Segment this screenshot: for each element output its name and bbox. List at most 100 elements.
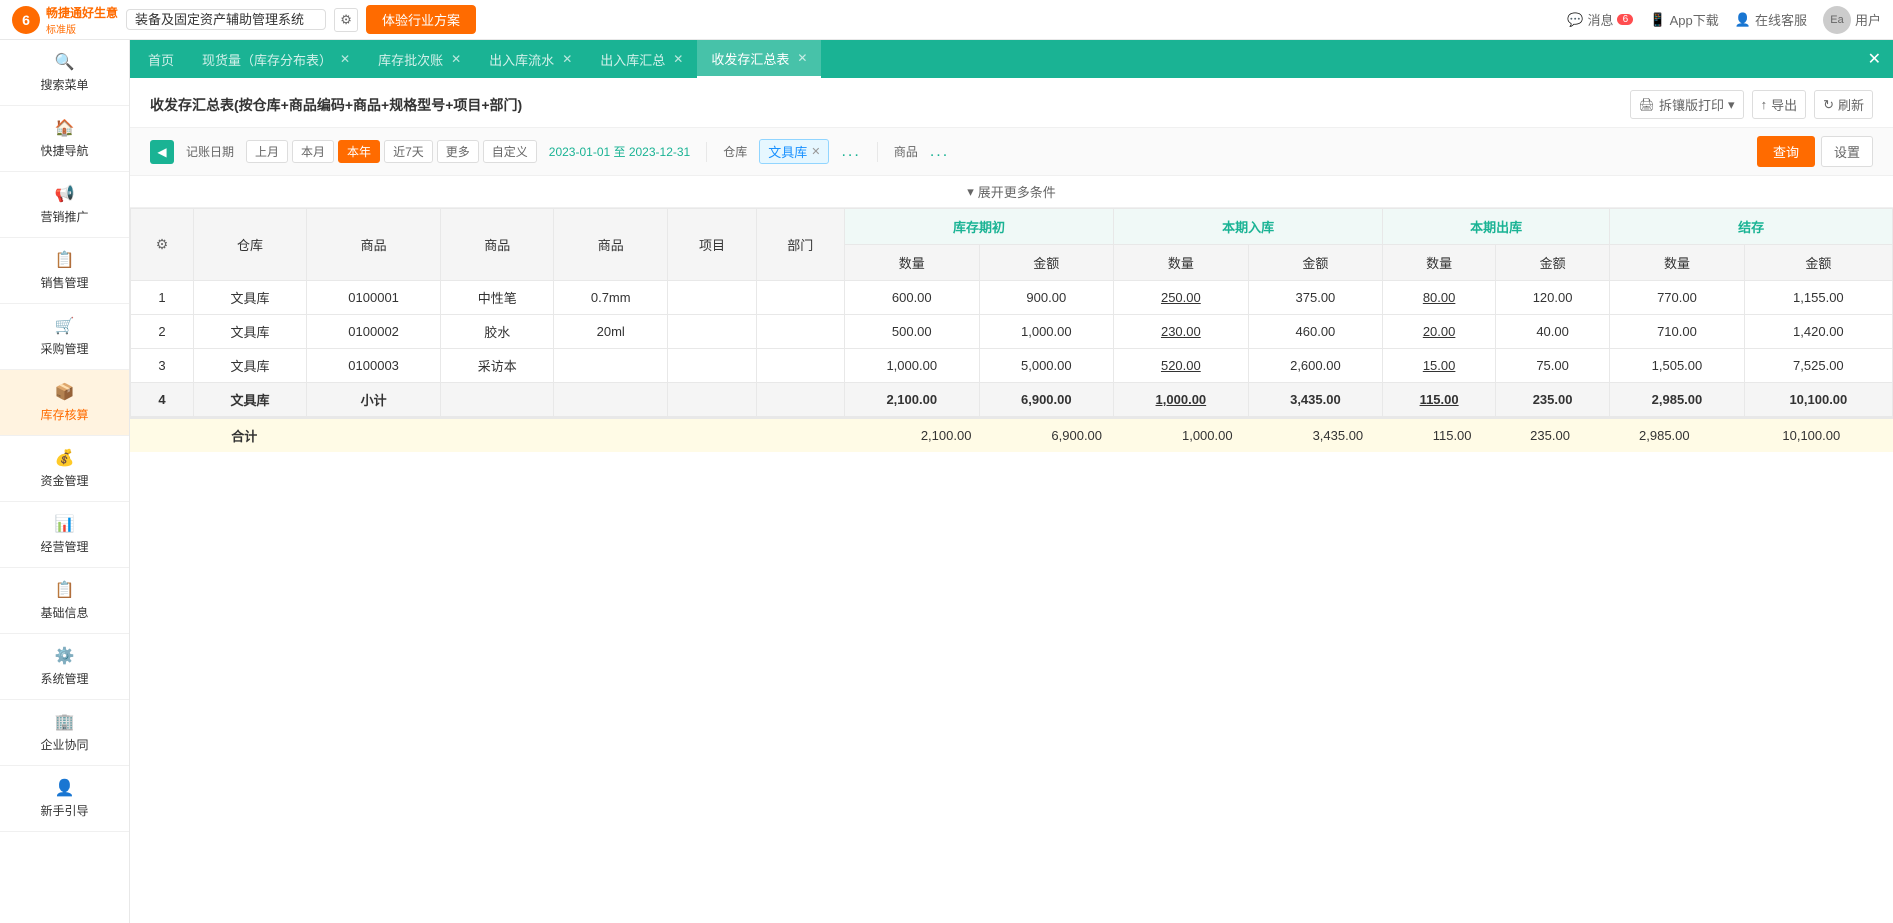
search-label: 搜索菜单 bbox=[40, 76, 88, 93]
tab-close-stock-dist[interactable]: ✕ bbox=[340, 53, 350, 65]
row-goods-name: 胶水 bbox=[441, 315, 554, 349]
warehouse-tag-close[interactable]: ✕ bbox=[811, 145, 820, 158]
row-warehouse: 文具库 bbox=[194, 281, 307, 315]
print-icon: 🖨 bbox=[1639, 97, 1656, 113]
closing-qty-header: 数量 bbox=[1610, 245, 1745, 281]
system-select[interactable]: 装备及固定资产辅助管理系统 bbox=[126, 9, 326, 30]
date-btn-0[interactable]: 上月 bbox=[246, 140, 288, 163]
tab-close-inout-flow[interactable]: ✕ bbox=[562, 53, 572, 65]
sidebar-item-enterprise[interactable]: 🏢 企业协同 bbox=[0, 700, 129, 766]
tab-close-inout-summary[interactable]: ✕ bbox=[673, 53, 683, 65]
footer-empty5 bbox=[685, 419, 783, 452]
logo-sub: 标准版 bbox=[46, 21, 118, 36]
row-out-qty: 20.00 bbox=[1383, 315, 1496, 349]
closing-group-header: 结存 bbox=[1610, 209, 1893, 245]
system-select-wrapper: 装备及固定资产辅助管理系统 bbox=[126, 9, 326, 30]
top-header: 6 畅捷通好生意 标准版 装备及固定资产辅助管理系统 ⚙ 体验行业方案 💬 消息… bbox=[0, 0, 1893, 40]
print-btn[interactable]: 🖨 拆镶版打印 ▾ bbox=[1630, 90, 1744, 119]
tab-close-batch[interactable]: ✕ bbox=[451, 53, 461, 65]
subtotal-in-qty: 1,000.00 bbox=[1114, 383, 1249, 417]
subtotal-close-qty: 2,985.00 bbox=[1610, 383, 1745, 417]
sidebar-item-quick[interactable]: 🏠 快捷导航 bbox=[0, 106, 129, 172]
row-open-qty: 600.00 bbox=[844, 281, 979, 315]
row-open-amt: 1,000.00 bbox=[979, 315, 1114, 349]
tab-home[interactable]: 首页 bbox=[134, 40, 188, 78]
sidebar-item-sales[interactable]: 📋 销售管理 bbox=[0, 238, 129, 304]
row-in-amt: 2,600.00 bbox=[1248, 349, 1383, 383]
goods-more-dots[interactable]: ... bbox=[930, 143, 949, 161]
sidebar-item-marketing[interactable]: 📢 营销推广 bbox=[0, 172, 129, 238]
settings-icon[interactable]: ⚙ bbox=[334, 8, 358, 32]
closing-amt-header: 金额 bbox=[1744, 245, 1892, 281]
message-item[interactable]: 💬 消息 6 bbox=[1567, 10, 1633, 29]
sidebar-item-newuser[interactable]: 👤 新手引导 bbox=[0, 766, 129, 832]
date-filter-label: 记账日期 bbox=[186, 143, 234, 160]
subtotal-in-amt: 3,435.00 bbox=[1248, 383, 1383, 417]
quick-label: 快捷导航 bbox=[40, 142, 88, 159]
sidebar-item-search[interactable]: 🔍 搜索菜单 bbox=[0, 40, 129, 106]
tab-label-batch: 库存批次账 bbox=[378, 50, 443, 69]
refresh-btn[interactable]: ↻ 刷新 bbox=[1814, 90, 1873, 119]
sidebar-item-purchase[interactable]: 🛒 采购管理 bbox=[0, 304, 129, 370]
row-project bbox=[668, 315, 756, 349]
row-close-qty: 710.00 bbox=[1610, 315, 1745, 349]
sidebar-items: 🔍 搜索菜单🏠 快捷导航📢 营销推广📋 销售管理🛒 采购管理📦 库存核算💰 资金… bbox=[0, 40, 129, 832]
app-download-item[interactable]: 📱 App下载 bbox=[1649, 10, 1718, 29]
sidebar-item-operation[interactable]: 📊 经营管理 bbox=[0, 502, 129, 568]
date-btn-3[interactable]: 近7天 bbox=[384, 140, 433, 163]
online-service-item[interactable]: 👤 在线客服 bbox=[1735, 10, 1807, 29]
expand-row[interactable]: ▾ 展开更多条件 bbox=[130, 176, 1893, 208]
footer-in-qty: 1,000.00 bbox=[1142, 419, 1273, 452]
warehouse-more-dots[interactable]: ... bbox=[841, 143, 860, 161]
tab-inout-flow[interactable]: 出入库流水✕ bbox=[475, 40, 586, 78]
date-btn-2[interactable]: 本年 bbox=[338, 140, 380, 163]
date-btn-5[interactable]: 自定义 bbox=[483, 140, 537, 163]
subtotal-out-qty: 115.00 bbox=[1383, 383, 1496, 417]
tab-stock-dist[interactable]: 现货量（库存分布表）✕ bbox=[188, 40, 364, 78]
filter-action-btns: 查询 设置 bbox=[1757, 136, 1873, 167]
experience-btn[interactable]: 体验行业方案 bbox=[366, 5, 476, 34]
sidebar-item-system[interactable]: ⚙️ 系统管理 bbox=[0, 634, 129, 700]
filter-toggle-btn[interactable]: ◀ bbox=[150, 140, 174, 164]
row-goods-code: 0100003 bbox=[306, 349, 441, 383]
purchase-label: 采购管理 bbox=[40, 340, 88, 357]
tab-recv-send-summary[interactable]: 收发存汇总表✕ bbox=[697, 40, 821, 78]
row-department bbox=[756, 315, 844, 349]
out-amt-header: 金额 bbox=[1496, 245, 1610, 281]
date-btn-1[interactable]: 本月 bbox=[292, 140, 334, 163]
user-item[interactable]: Ea 用户 bbox=[1823, 6, 1881, 34]
row-close-amt: 1,155.00 bbox=[1744, 281, 1892, 315]
finance-label: 资金管理 bbox=[40, 472, 88, 489]
query-btn[interactable]: 查询 bbox=[1757, 136, 1815, 167]
basic-label: 基础信息 bbox=[40, 604, 88, 621]
warehouse-col-header: 仓库 bbox=[194, 209, 307, 281]
footer-close-qty: 2,985.00 bbox=[1599, 419, 1730, 452]
tabs-close-all[interactable]: ✕ bbox=[1860, 45, 1889, 73]
service-icon: 👤 bbox=[1735, 12, 1751, 28]
main-table: ⚙ 仓库 商品 商品 商品 项目 部门 库存期初 本期入库 本期出库 结存 bbox=[130, 208, 1893, 417]
footer-empty1 bbox=[130, 419, 179, 452]
in-qty-header: 数量 bbox=[1114, 245, 1249, 281]
sidebar-item-basic[interactable]: 📋 基础信息 bbox=[0, 568, 129, 634]
footer-label: 合计 bbox=[179, 419, 310, 452]
export-btn[interactable]: ↑ 导出 bbox=[1752, 90, 1807, 119]
footer-empty3 bbox=[440, 419, 571, 452]
subtotal-label: 小计 bbox=[306, 383, 441, 417]
tab-inout-summary[interactable]: 出入库汇总✕ bbox=[586, 40, 697, 78]
marketing-label: 营销推广 bbox=[40, 208, 88, 225]
row-close-amt: 7,525.00 bbox=[1744, 349, 1892, 383]
app-logo: 6 bbox=[12, 6, 40, 34]
table-container: ⚙ 仓库 商品 商品 商品 项目 部门 库存期初 本期入库 本期出库 结存 bbox=[130, 208, 1893, 923]
subtotal-out-amt: 235.00 bbox=[1496, 383, 1610, 417]
set-btn[interactable]: 设置 bbox=[1821, 136, 1873, 167]
row-out-amt: 120.00 bbox=[1496, 281, 1610, 315]
warehouse-filter-label: 仓库 bbox=[723, 143, 747, 160]
sidebar-item-finance[interactable]: 💰 资金管理 bbox=[0, 436, 129, 502]
row-in-qty: 230.00 bbox=[1114, 315, 1249, 349]
sales-label: 销售管理 bbox=[40, 274, 88, 291]
tab-close-recv-send-summary[interactable]: ✕ bbox=[797, 52, 807, 64]
table-settings-icon[interactable]: ⚙ bbox=[156, 236, 169, 252]
date-btn-4[interactable]: 更多 bbox=[437, 140, 479, 163]
sidebar-item-inventory[interactable]: 📦 库存核算 bbox=[0, 370, 129, 436]
tab-batch[interactable]: 库存批次账 ✕ bbox=[364, 40, 475, 78]
